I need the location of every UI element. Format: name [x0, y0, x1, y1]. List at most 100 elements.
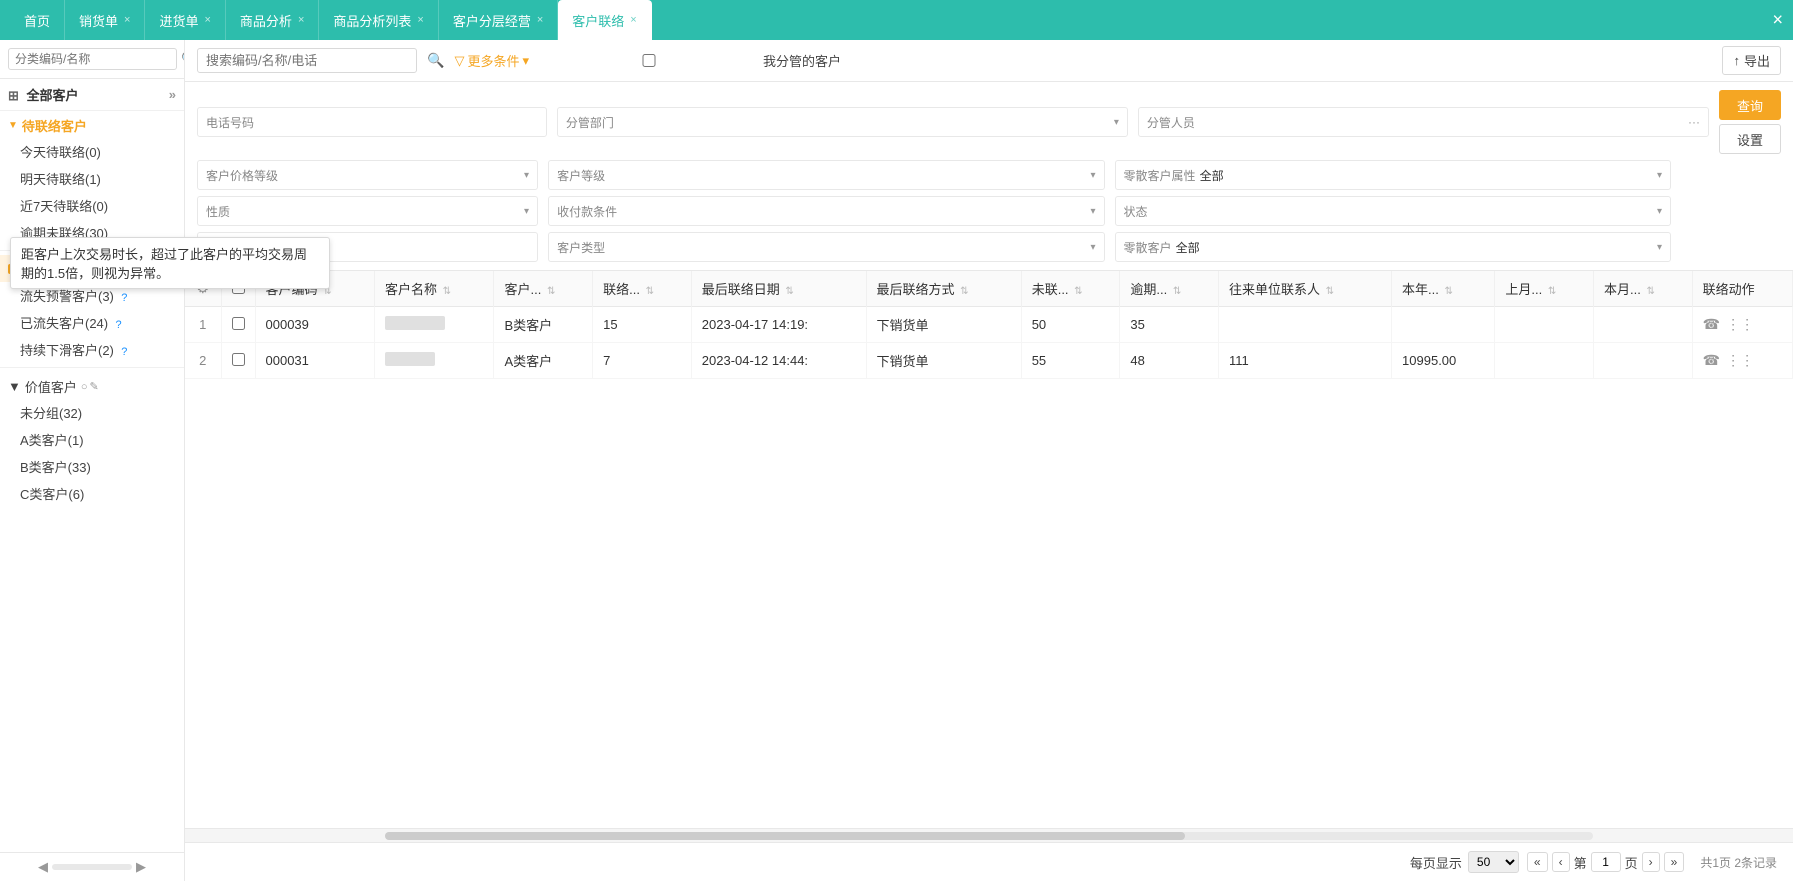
scatter-retail-attr-arrow-icon: ▾: [1657, 170, 1662, 181]
my-customers-checkbox[interactable]: [539, 54, 759, 67]
row-select-checkbox-2[interactable]: [232, 353, 245, 366]
customer-table: ⚙ 客户编码 ⇅ 客户名称 ⇅: [185, 271, 1793, 379]
name-placeholder-1: [385, 316, 445, 330]
export-button[interactable]: ↑ 导出: [1722, 46, 1781, 75]
customer-price-level-field[interactable]: 客户价格等级 ▾: [197, 160, 538, 190]
close-customer-contact-tab[interactable]: ×: [630, 14, 636, 26]
sidebar-item-7day-contact[interactable]: 近7天待联络(0): [0, 192, 184, 219]
more-action-icon-2[interactable]: ⋮⋮: [1726, 352, 1754, 369]
per-page-selector: 每页显示 20 50 100 200: [1410, 851, 1519, 873]
edit-value-icon[interactable]: ○: [81, 381, 88, 393]
sidebar-item-declining[interactable]: 持续下滑客户(2) ?: [0, 336, 184, 363]
col-header-last-contact-date[interactable]: 最后联络日期 ⇅: [691, 271, 866, 307]
sidebar-item-a-customers[interactable]: A类客户(1): [0, 426, 184, 453]
sidebar-item-tomorrow-contact[interactable]: 明天待联络(1): [0, 165, 184, 192]
branch-person-field[interactable]: 分管人员 ···: [1138, 107, 1709, 137]
next-page-button[interactable]: ›: [1642, 852, 1660, 872]
close-customer-layers-tab[interactable]: ×: [537, 14, 543, 26]
col-header-last-contact-method[interactable]: 最后联络方式 ⇅: [866, 271, 1021, 307]
window-close-button[interactable]: ×: [1772, 10, 1783, 31]
col-header-uncontacted[interactable]: 未联... ⇅: [1021, 271, 1120, 307]
sidebar-bottom-nav[interactable]: ◀ ▶: [0, 852, 184, 881]
row-name-2: [374, 343, 493, 379]
sidebar-item-b-customers[interactable]: B类客户(33): [0, 453, 184, 480]
churn-warning-help-icon[interactable]: ?: [121, 292, 127, 304]
col-header-this-year[interactable]: 本年... ⇅: [1392, 271, 1495, 307]
settings-button[interactable]: 设置: [1719, 124, 1781, 154]
gender-field[interactable]: 性质 ▾: [197, 196, 538, 226]
phone-action-icon-1[interactable]: ☎: [1703, 316, 1720, 333]
col-header-last-month[interactable]: 上月... ⇅: [1495, 271, 1594, 307]
export-icon: ↑: [1733, 53, 1740, 68]
settings-value-icon[interactable]: ✎: [90, 380, 99, 393]
nav-tab-purchase[interactable]: 进货单 ×: [145, 0, 225, 40]
per-page-select[interactable]: 20 50 100 200: [1468, 851, 1519, 873]
col-header-partner-contact[interactable]: 往来单位联系人 ⇅: [1219, 271, 1392, 307]
sidebar-pending-contact-title[interactable]: ▼ 待联络客户: [0, 111, 184, 138]
col-header-actions: 联络动作: [1692, 271, 1792, 307]
adv-filter-row-4: ... 客户类型 ▾ 零散客户 全部 ▾: [197, 232, 1781, 262]
branch-person-dots[interactable]: ···: [1688, 115, 1700, 129]
col-header-name[interactable]: 客户名称 ⇅: [374, 271, 493, 307]
row-name-1: [374, 307, 493, 343]
query-button[interactable]: 查询: [1719, 90, 1781, 120]
sidebar-item-today-contact[interactable]: 今天待联络(0): [0, 138, 184, 165]
sidebar-item-c-customers[interactable]: C类客户(6): [0, 480, 184, 507]
sort-this-year-icon: ⇅: [1445, 286, 1453, 297]
phone-field[interactable]: 电话号码: [197, 107, 547, 137]
scatter-retail-attr-field[interactable]: 零散客户属性 全部 ▾: [1115, 160, 1671, 190]
adv-filter-row-1: 电话号码 分管部门 ▾ 分管人员 ··· 查询 设置: [197, 90, 1781, 154]
branch-dept-field[interactable]: 分管部门 ▾: [557, 107, 1128, 137]
scrollbar-thumb[interactable]: [385, 832, 1185, 840]
page-number-input[interactable]: [1591, 852, 1621, 872]
customer-level-field[interactable]: 客户等级 ▾: [548, 160, 1104, 190]
phone-action-icon-2[interactable]: ☎: [1703, 352, 1720, 369]
close-sales-tab[interactable]: ×: [124, 14, 130, 26]
row-contact-count-2: 7: [593, 343, 692, 379]
sidebar-item-ungroup[interactable]: 未分组(32): [0, 399, 184, 426]
nav-tab-sales[interactable]: 销货单 ×: [65, 0, 145, 40]
action-icons-2: ☎ ⋮⋮: [1703, 352, 1782, 369]
horizontal-scrollbar[interactable]: [185, 828, 1793, 842]
nav-tab-analysis-list[interactable]: 商品分析列表 ×: [319, 0, 438, 40]
scatter-customer-field[interactable]: 零散客户 全部 ▾: [1115, 232, 1671, 262]
search-input[interactable]: [197, 48, 417, 73]
row-actions-2: ☎ ⋮⋮: [1692, 343, 1792, 379]
col-header-this-month[interactable]: 本月... ⇅: [1594, 271, 1693, 307]
sort-contact-count-icon: ⇅: [646, 286, 654, 297]
payment-terms-field[interactable]: 收付款条件 ▾: [548, 196, 1104, 226]
more-action-icon-1[interactable]: ⋮⋮: [1726, 316, 1754, 333]
col-header-contact-count[interactable]: 联络... ⇅: [593, 271, 692, 307]
status-field[interactable]: 状态 ▾: [1115, 196, 1671, 226]
sort-uncontacted-icon: ⇅: [1074, 286, 1082, 297]
filter-search-button[interactable]: 🔍: [427, 52, 444, 69]
sidebar-search-input[interactable]: [8, 48, 177, 70]
close-analysis-list-tab[interactable]: ×: [417, 14, 423, 26]
close-purchase-tab[interactable]: ×: [204, 14, 210, 26]
row-select-checkbox-1[interactable]: [232, 317, 245, 330]
first-page-button[interactable]: «: [1527, 852, 1548, 872]
nav-tab-analysis[interactable]: 商品分析 ×: [226, 0, 319, 40]
collapse-sidebar-button[interactable]: »: [169, 87, 176, 102]
last-page-button[interactable]: »: [1664, 852, 1685, 872]
sidebar-all-customers[interactable]: ⊞ 全部客户 »: [0, 79, 184, 111]
sidebar-scrollbar[interactable]: [52, 864, 132, 870]
col-header-overdue[interactable]: 逾期... ⇅: [1120, 271, 1219, 307]
row-code-2: 000031: [255, 343, 374, 379]
prev-page-button[interactable]: ‹: [1552, 852, 1570, 872]
more-conditions-button[interactable]: ▽ 更多条件 ▾: [454, 51, 529, 70]
customer-type-field[interactable]: 客户类型 ▾: [548, 232, 1104, 262]
col-header-level[interactable]: 客户... ⇅: [494, 271, 593, 307]
close-analysis-tab[interactable]: ×: [298, 14, 304, 26]
nav-tab-home[interactable]: 首页: [10, 0, 65, 40]
arrow-down-icon-value: ▼: [8, 379, 21, 394]
declining-help-icon[interactable]: ?: [121, 346, 127, 358]
sidebar-value-customers-section[interactable]: ▼ 价值客户 ○ ✎: [0, 372, 184, 399]
nav-tab-customer-contact[interactable]: 客户联络 ×: [558, 0, 651, 40]
churned-help-icon[interactable]: ?: [115, 319, 121, 331]
table-row: 1 000039 B类客户: [185, 307, 1793, 343]
sort-name-icon: ⇅: [443, 286, 451, 297]
sidebar-item-churned[interactable]: 已流失客户(24) ?: [0, 309, 184, 336]
nav-tab-customer-layers[interactable]: 客户分层经营 ×: [439, 0, 558, 40]
gender-arrow-icon: ▾: [524, 206, 529, 217]
